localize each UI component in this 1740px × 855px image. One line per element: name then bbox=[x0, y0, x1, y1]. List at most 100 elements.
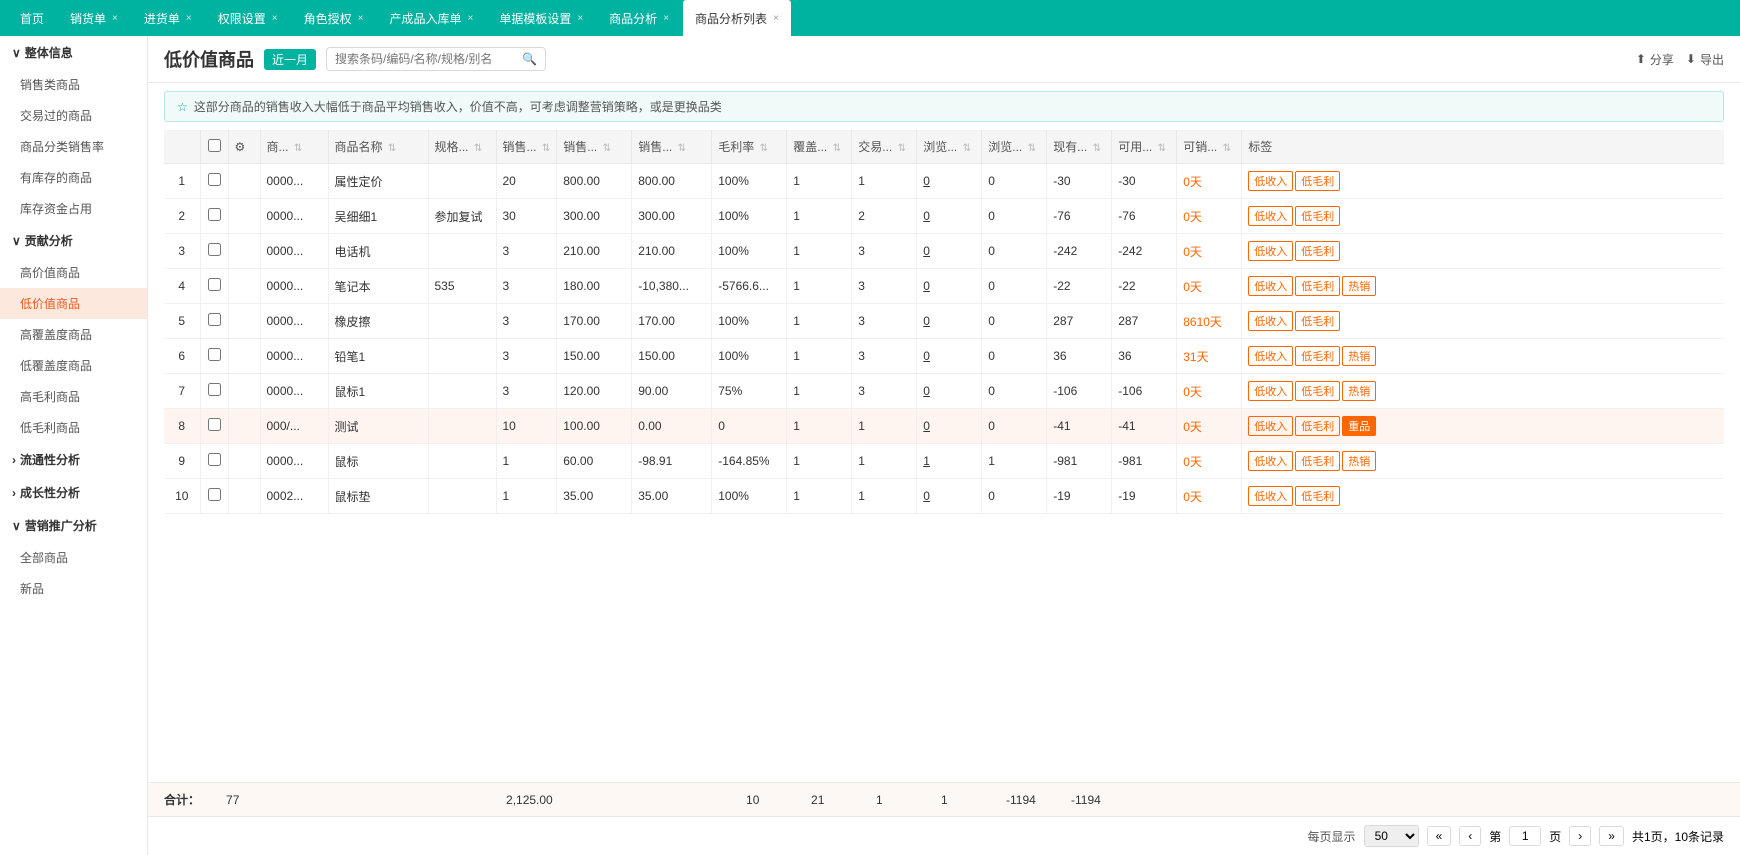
row-checkbox[interactable] bbox=[208, 383, 221, 396]
close-icon[interactable]: × bbox=[663, 13, 669, 24]
row-checkbox[interactable] bbox=[208, 173, 221, 186]
sidebar-item-traded-products[interactable]: 交易过的商品 bbox=[0, 100, 147, 131]
browse-link[interactable]: 0 bbox=[923, 489, 930, 503]
first-page-button[interactable]: « bbox=[1427, 826, 1452, 846]
cell-sellable-days: 0天 bbox=[1177, 199, 1242, 234]
browse-link[interactable]: 0 bbox=[923, 279, 930, 293]
close-icon[interactable]: × bbox=[577, 13, 583, 24]
col-settings[interactable]: ⚙ bbox=[228, 130, 260, 164]
cell-sale-qty: 20 bbox=[496, 164, 557, 199]
cell-gross-rate: 100% bbox=[712, 304, 787, 339]
row-checkbox[interactable] bbox=[208, 453, 221, 466]
cell-cover: 1 bbox=[787, 269, 852, 304]
col-tags[interactable]: 标签 bbox=[1242, 130, 1724, 164]
nav-permission-settings[interactable]: 权限设置 × bbox=[206, 0, 290, 36]
col-available[interactable]: 可用... ⇅ bbox=[1112, 130, 1177, 164]
sidebar-item-low-profit[interactable]: 低毛利商品 bbox=[0, 412, 147, 443]
share-button[interactable]: ⬆ 分享 bbox=[1636, 51, 1674, 68]
cell-available: 287 bbox=[1112, 304, 1177, 339]
browse-link[interactable]: 0 bbox=[923, 349, 930, 363]
browse-link[interactable]: 1 bbox=[923, 454, 930, 468]
row-checkbox[interactable] bbox=[208, 313, 221, 326]
cell-name: 鼠标垫 bbox=[328, 479, 428, 514]
next-page-button[interactable]: › bbox=[1569, 826, 1591, 846]
close-icon[interactable]: × bbox=[186, 13, 192, 24]
browse-link[interactable]: 0 bbox=[923, 209, 930, 223]
page-size-select[interactable]: 50 100 bbox=[1364, 825, 1419, 847]
sidebar-item-new-products[interactable]: 新品 bbox=[0, 573, 147, 604]
sidebar-group-marketing[interactable]: ∨ 营销推广分析 bbox=[0, 509, 147, 542]
cell-code: 0000... bbox=[260, 164, 328, 199]
sidebar-item-sales-products[interactable]: 销售类商品 bbox=[0, 69, 147, 100]
sidebar-item-inventory-capital[interactable]: 库存资金占用 bbox=[0, 193, 147, 224]
export-button[interactable]: ⬇ 导出 bbox=[1686, 51, 1724, 68]
sidebar-group-overall[interactable]: ∨ 整体信息 bbox=[0, 36, 147, 69]
row-checkbox[interactable] bbox=[208, 488, 221, 501]
sidebar-item-low-coverage[interactable]: 低覆盖度商品 bbox=[0, 350, 147, 381]
col-cover[interactable]: 覆盖... ⇅ bbox=[787, 130, 852, 164]
cell-gross-rate: 100% bbox=[712, 479, 787, 514]
nav-product-analysis[interactable]: 商品分析 × bbox=[597, 0, 681, 36]
cell-browse1: 0 bbox=[917, 234, 982, 269]
nav-sales-order[interactable]: 销货单 × bbox=[58, 0, 130, 36]
browse-link[interactable]: 0 bbox=[923, 174, 930, 188]
sidebar-item-high-value[interactable]: 高价值商品 bbox=[0, 257, 147, 288]
select-all-checkbox[interactable] bbox=[208, 139, 221, 152]
browse-link[interactable]: 0 bbox=[923, 419, 930, 433]
close-icon[interactable]: × bbox=[467, 13, 473, 24]
sidebar-group-growth[interactable]: › 成长性分析 bbox=[0, 476, 147, 509]
cell-spec bbox=[428, 374, 496, 409]
nav-product-in[interactable]: 产成品入库单 × bbox=[377, 0, 485, 36]
col-sellable[interactable]: 可销... ⇅ bbox=[1177, 130, 1242, 164]
search-icon[interactable]: 🔍 bbox=[522, 52, 537, 66]
sidebar-item-in-stock[interactable]: 有库存的商品 bbox=[0, 162, 147, 193]
browse-link[interactable]: 0 bbox=[923, 384, 930, 398]
sidebar-item-high-coverage[interactable]: 高覆盖度商品 bbox=[0, 319, 147, 350]
row-tag: 低毛利 bbox=[1295, 346, 1340, 366]
row-checkbox[interactable] bbox=[208, 208, 221, 221]
col-spec[interactable]: 规格... ⇅ bbox=[428, 130, 496, 164]
nav-role-auth[interactable]: 角色授权 × bbox=[292, 0, 376, 36]
filter-badge[interactable]: 近一月 bbox=[264, 49, 316, 70]
search-input[interactable] bbox=[335, 52, 518, 66]
sidebar-item-low-value[interactable]: 低价值商品 bbox=[0, 288, 147, 319]
table-row: 8 000/... 测试 10 100.00 0.00 0 1 1 0 0 -4… bbox=[164, 409, 1724, 444]
cell-sale-amount: 0.00 bbox=[632, 409, 712, 444]
row-checkbox[interactable] bbox=[208, 243, 221, 256]
col-browse2[interactable]: 浏览... ⇅ bbox=[982, 130, 1047, 164]
row-checkbox[interactable] bbox=[208, 418, 221, 431]
row-checkbox[interactable] bbox=[208, 278, 221, 291]
close-icon[interactable]: × bbox=[272, 13, 278, 24]
cell-cover: 1 bbox=[787, 339, 852, 374]
nav-purchase-order[interactable]: 进货单 × bbox=[132, 0, 204, 36]
col-sale-amount[interactable]: 销售... ⇅ bbox=[632, 130, 712, 164]
col-current[interactable]: 现有... ⇅ bbox=[1047, 130, 1112, 164]
close-icon[interactable]: × bbox=[112, 13, 118, 24]
prev-page-button[interactable]: ‹ bbox=[1459, 826, 1481, 846]
browse-link[interactable]: 0 bbox=[923, 314, 930, 328]
row-checkbox[interactable] bbox=[208, 348, 221, 361]
col-gross-rate[interactable]: 毛利率 ⇅ bbox=[712, 130, 787, 164]
close-icon[interactable]: × bbox=[773, 13, 779, 24]
col-sale-qty[interactable]: 销售... ⇅ bbox=[496, 130, 557, 164]
close-icon[interactable]: × bbox=[358, 13, 364, 24]
browse-link[interactable]: 0 bbox=[923, 244, 930, 258]
cell-gross-rate: 100% bbox=[712, 164, 787, 199]
last-page-button[interactable]: » bbox=[1599, 826, 1624, 846]
sidebar-item-category-sales-rate[interactable]: 商品分类销售率 bbox=[0, 131, 147, 162]
nav-product-analysis-list[interactable]: 商品分析列表 × bbox=[683, 0, 791, 36]
sidebar-group-liquidity[interactable]: › 流通性分析 bbox=[0, 443, 147, 476]
nav-template-settings[interactable]: 单据模板设置 × bbox=[487, 0, 595, 36]
sidebar-item-all-products[interactable]: 全部商品 bbox=[0, 542, 147, 573]
sidebar-group-contribution[interactable]: ∨ 贡献分析 bbox=[0, 224, 147, 257]
col-code[interactable]: 商... ⇅ bbox=[260, 130, 328, 164]
col-name[interactable]: 商品名称 ⇅ bbox=[328, 130, 428, 164]
page-input[interactable] bbox=[1509, 826, 1541, 846]
col-trade[interactable]: 交易... ⇅ bbox=[852, 130, 917, 164]
cell-spec bbox=[428, 339, 496, 374]
nav-home[interactable]: 首页 bbox=[8, 0, 56, 36]
sidebar-item-high-profit[interactable]: 高毛利商品 bbox=[0, 381, 147, 412]
col-sale-price[interactable]: 销售... ⇅ bbox=[557, 130, 632, 164]
col-browse1[interactable]: 浏览... ⇅ bbox=[917, 130, 982, 164]
cell-cover: 1 bbox=[787, 409, 852, 444]
